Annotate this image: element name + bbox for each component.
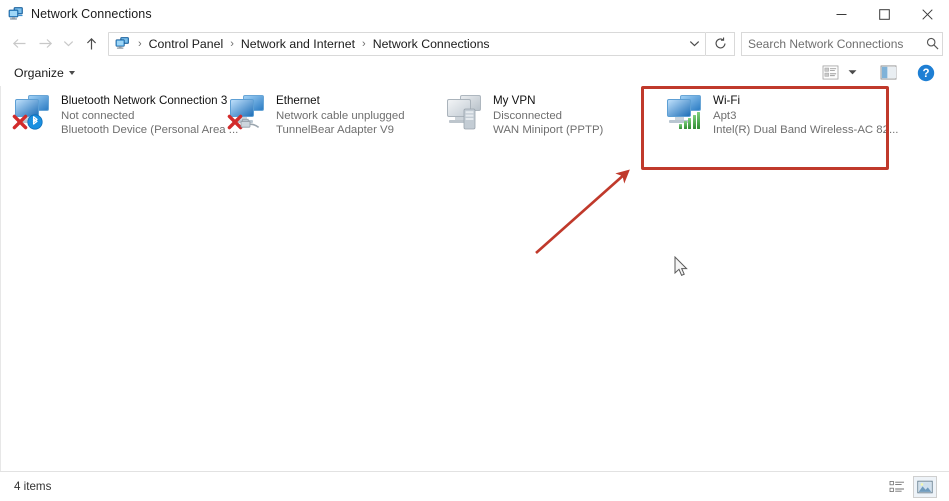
connection-name: Wi-Fi xyxy=(713,94,741,107)
back-arrow-icon[interactable] xyxy=(6,30,32,58)
connection-items: Bluetooth Network Connection 3 Not conne… xyxy=(1,86,949,136)
connection-device: Bluetooth Device (Personal Area ... xyxy=(61,124,239,136)
svg-text:?: ? xyxy=(922,68,929,80)
command-bar: Organize ? xyxy=(0,59,949,87)
network-connections-icon xyxy=(8,6,24,22)
network-adapter-icon xyxy=(11,92,57,136)
cable-badge-icon xyxy=(240,118,260,129)
view-options-icon[interactable] xyxy=(817,62,843,84)
connection-device: WAN Miniport (PPTP) xyxy=(493,124,604,136)
search-box[interactable] xyxy=(741,31,943,56)
wifi-signal-bars-icon xyxy=(679,112,700,129)
connection-device: Intel(R) Dual Band Wireless-AC 82... xyxy=(713,124,899,136)
connection-device: TunnelBear Adapter V9 xyxy=(276,124,394,136)
breadcrumb-separator: › xyxy=(230,37,234,50)
breadcrumb-item-network-and-internet[interactable]: Network and Internet xyxy=(238,37,358,51)
network-adapter-icon xyxy=(443,92,489,136)
preview-pane-icon[interactable] xyxy=(875,62,901,84)
breadcrumb-separator: › xyxy=(138,37,142,50)
search-input[interactable] xyxy=(742,35,922,52)
close-button[interactable] xyxy=(906,0,949,28)
list-item-text: Ethernet Network cable unplugged TunnelB… xyxy=(276,92,405,138)
refresh-icon[interactable] xyxy=(706,31,735,56)
connections-list-view[interactable]: Bluetooth Network Connection 3 Not conne… xyxy=(0,86,949,471)
network-adapter-icon xyxy=(226,92,272,136)
list-item-wifi[interactable]: Wi-Fi Apt3 Intel(R) Dual Band Wireless-A… xyxy=(649,88,898,142)
connection-name: Ethernet xyxy=(276,94,320,107)
organize-button[interactable]: Organize xyxy=(14,66,75,80)
organize-label: Organize xyxy=(14,65,64,80)
address-bar[interactable]: › Control Panel › Network and Internet ›… xyxy=(108,31,706,56)
list-item-text: My VPN Disconnected WAN Miniport (PPTP) xyxy=(493,92,603,138)
help-icon[interactable]: ? xyxy=(913,62,939,84)
view-options-chevron-down-icon[interactable] xyxy=(845,62,859,84)
list-item-text: Wi-Fi Apt3 Intel(R) Dual Band Wireless-A… xyxy=(713,92,898,138)
connection-status: Network cable unplugged xyxy=(276,109,405,122)
list-item-my-vpn[interactable]: My VPN Disconnected WAN Miniport (PPTP) xyxy=(433,88,648,142)
view-mode-buttons xyxy=(885,475,949,498)
recent-locations-chevron-down-icon[interactable] xyxy=(58,30,78,58)
error-x-badge-icon xyxy=(12,114,28,130)
connection-name: My VPN xyxy=(493,94,536,107)
window-title: Network Connections xyxy=(31,7,152,21)
forward-arrow-icon[interactable] xyxy=(32,30,58,58)
chevron-down-icon xyxy=(68,70,75,75)
item-count-label: 4 items xyxy=(14,480,52,493)
breadcrumb-item-network-connections[interactable]: Network Connections xyxy=(370,37,493,51)
bluetooth-badge-icon xyxy=(27,114,43,130)
network-adapter-icon xyxy=(663,92,709,136)
navigation-bar: › Control Panel › Network and Internet ›… xyxy=(0,28,949,59)
address-dropdown-chevron-down-icon[interactable] xyxy=(683,33,705,54)
list-item-bluetooth-network-connection[interactable]: Bluetooth Network Connection 3 Not conne… xyxy=(1,88,238,142)
search-icon[interactable] xyxy=(922,34,942,54)
list-item-text: Bluetooth Network Connection 3 Not conne… xyxy=(61,92,238,138)
up-arrow-icon[interactable] xyxy=(78,30,104,58)
title-bar: Network Connections xyxy=(0,0,949,29)
breadcrumb-item-control-panel[interactable]: Control Panel xyxy=(146,37,227,51)
window-controls xyxy=(820,0,949,28)
network-connections-window: Network Connections › Control Panel › Ne… xyxy=(0,0,949,501)
details-view-icon[interactable] xyxy=(885,476,909,498)
breadcrumb-separator: › xyxy=(362,37,366,50)
connection-status: Not connected xyxy=(61,109,135,122)
connection-status: Apt3 xyxy=(713,109,737,122)
list-item-ethernet[interactable]: Ethernet Network cable unplugged TunnelB… xyxy=(216,88,431,142)
maximize-button[interactable] xyxy=(863,0,906,28)
server-badge-icon xyxy=(463,108,476,130)
connection-name: Bluetooth Network Connection 3 xyxy=(61,94,228,107)
command-bar-right: ? xyxy=(817,62,949,84)
minimize-button[interactable] xyxy=(820,0,863,28)
status-bar: 4 items xyxy=(0,471,949,501)
breadcrumb-network-icon xyxy=(115,36,130,51)
large-icons-view-icon[interactable] xyxy=(913,475,937,498)
connection-status: Disconnected xyxy=(493,109,563,122)
